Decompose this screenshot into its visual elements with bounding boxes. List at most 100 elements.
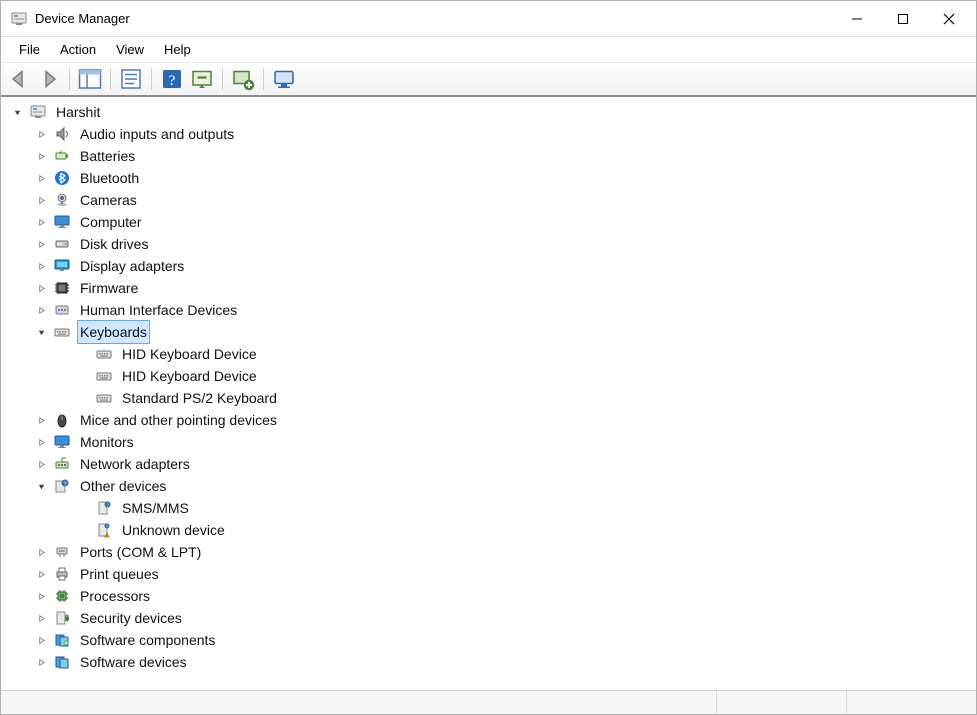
toolbar-separator [263,68,264,90]
tree-category-keyboard[interactable]: Keyboards [5,321,972,343]
tree-item-label: Processors [77,584,153,608]
chevron-right-icon[interactable] [35,260,47,272]
monitor-icon [53,433,71,451]
tree-category-other[interactable]: ?Other devices [5,475,972,497]
scan-hardware-button[interactable] [190,67,214,91]
app-icon [11,11,27,27]
other-icon: ? [53,477,71,495]
tree-device[interactable]: ?! Unknown device [5,519,972,541]
tree-item-label: Disk drives [77,232,151,256]
tree-device[interactable]: ? SMS/MMS [5,497,972,519]
tree-category-audio[interactable]: Audio inputs and outputs [5,123,972,145]
computer-root-icon [29,103,47,121]
disk-icon [53,235,71,253]
tree-device[interactable]: HID Keyboard Device [5,343,972,365]
toolbar-separator [69,68,70,90]
tree-category-hid[interactable]: Human Interface Devices [5,299,972,321]
minimize-button[interactable] [834,3,880,35]
tree-category-battery[interactable]: Batteries [5,145,972,167]
unknown-icon: ? [95,499,113,517]
menu-help[interactable]: Help [154,39,201,60]
chevron-right-icon[interactable] [35,238,47,250]
tree-item-label: Unknown device [119,518,228,542]
tree-category-security[interactable]: Security devices [5,607,972,629]
chevron-right-icon[interactable] [35,414,47,426]
tree-category-cpu[interactable]: Processors [5,585,972,607]
chevron-right-icon[interactable] [35,128,47,140]
mouse-icon [53,411,71,429]
tree-category-port[interactable]: Ports (COM & LPT) [5,541,972,563]
network-icon [53,455,71,473]
statusbar [1,690,976,714]
tree-category-printer[interactable]: Print queues [5,563,972,585]
cpu-icon [53,587,71,605]
chevron-right-icon[interactable] [35,436,47,448]
keyboard-icon [95,345,113,363]
tree-category-display[interactable]: Display adapters [5,255,972,277]
menu-file[interactable]: File [9,39,50,60]
tree-device[interactable]: HID Keyboard Device [5,365,972,387]
properties-button[interactable] [119,67,143,91]
tree-category-monitor[interactable]: Computer [5,211,972,233]
audio-icon [53,125,71,143]
tree-item-label: Security devices [77,606,185,630]
toolbar-separator [110,68,111,90]
tree-item-label: Software components [77,628,218,652]
chevron-right-icon[interactable] [35,546,47,558]
tree-category-bluetooth[interactable]: Bluetooth [5,167,972,189]
devices-and-printers-button[interactable] [272,67,296,91]
tree-category-mouse[interactable]: Mice and other pointing devices [5,409,972,431]
chevron-right-icon[interactable] [35,568,47,580]
keyboard-icon [53,323,71,341]
show-hide-console-tree-button[interactable] [78,67,102,91]
hid-icon [53,301,71,319]
help-button[interactable]: ? [160,67,184,91]
chevron-down-icon[interactable] [35,480,47,492]
menu-view[interactable]: View [106,39,154,60]
tree-item-label: Harshit [53,100,103,124]
statusbar-cell [846,691,976,714]
back-button[interactable] [7,67,31,91]
tree-root[interactable]: Harshit [5,101,972,123]
tree-category-swcomp[interactable]: Software components [5,629,972,651]
tree-item-label: Bluetooth [77,166,142,190]
tree-item-label: SMS/MMS [119,496,192,520]
chevron-right-icon[interactable] [35,194,47,206]
chevron-right-icon[interactable] [35,458,47,470]
add-legacy-hardware-button[interactable] [231,67,255,91]
tree-item-label: Cameras [77,188,140,212]
chevron-right-icon[interactable] [35,216,47,228]
toolbar-separator [222,68,223,90]
chevron-down-icon[interactable] [35,326,47,338]
tree-item-label: Standard PS/2 Keyboard [119,386,280,410]
tree-device[interactable]: Standard PS/2 Keyboard [5,387,972,409]
chevron-right-icon[interactable] [35,612,47,624]
chevron-right-icon[interactable] [35,590,47,602]
chevron-right-icon[interactable] [35,282,47,294]
chevron-down-icon[interactable] [11,106,23,118]
svg-text:!: ! [107,534,108,538]
maximize-button[interactable] [880,3,926,35]
tree-category-swdev[interactable]: Software devices [5,651,972,673]
close-button[interactable] [926,3,972,35]
chevron-right-icon[interactable] [35,304,47,316]
chevron-right-icon[interactable] [35,634,47,646]
tree-category-firmware[interactable]: Firmware [5,277,972,299]
device-tree[interactable]: HarshitAudio inputs and outputsBatteries… [1,97,976,690]
tree-category-network[interactable]: Network adapters [5,453,972,475]
chevron-right-icon[interactable] [35,656,47,668]
tree-item-label: Ports (COM & LPT) [77,540,204,564]
monitor-icon [53,213,71,231]
svg-text:?: ? [106,525,108,529]
security-icon [53,609,71,627]
tree-item-label: Keyboards [77,320,150,344]
tree-item-label: HID Keyboard Device [119,342,260,366]
chevron-right-icon[interactable] [35,172,47,184]
tree-category-disk[interactable]: Disk drives [5,233,972,255]
tree-category-monitor[interactable]: Monitors [5,431,972,453]
forward-button[interactable] [37,67,61,91]
tree-category-camera[interactable]: Cameras [5,189,972,211]
statusbar-spacer [1,691,716,714]
menu-action[interactable]: Action [50,39,106,60]
chevron-right-icon[interactable] [35,150,47,162]
